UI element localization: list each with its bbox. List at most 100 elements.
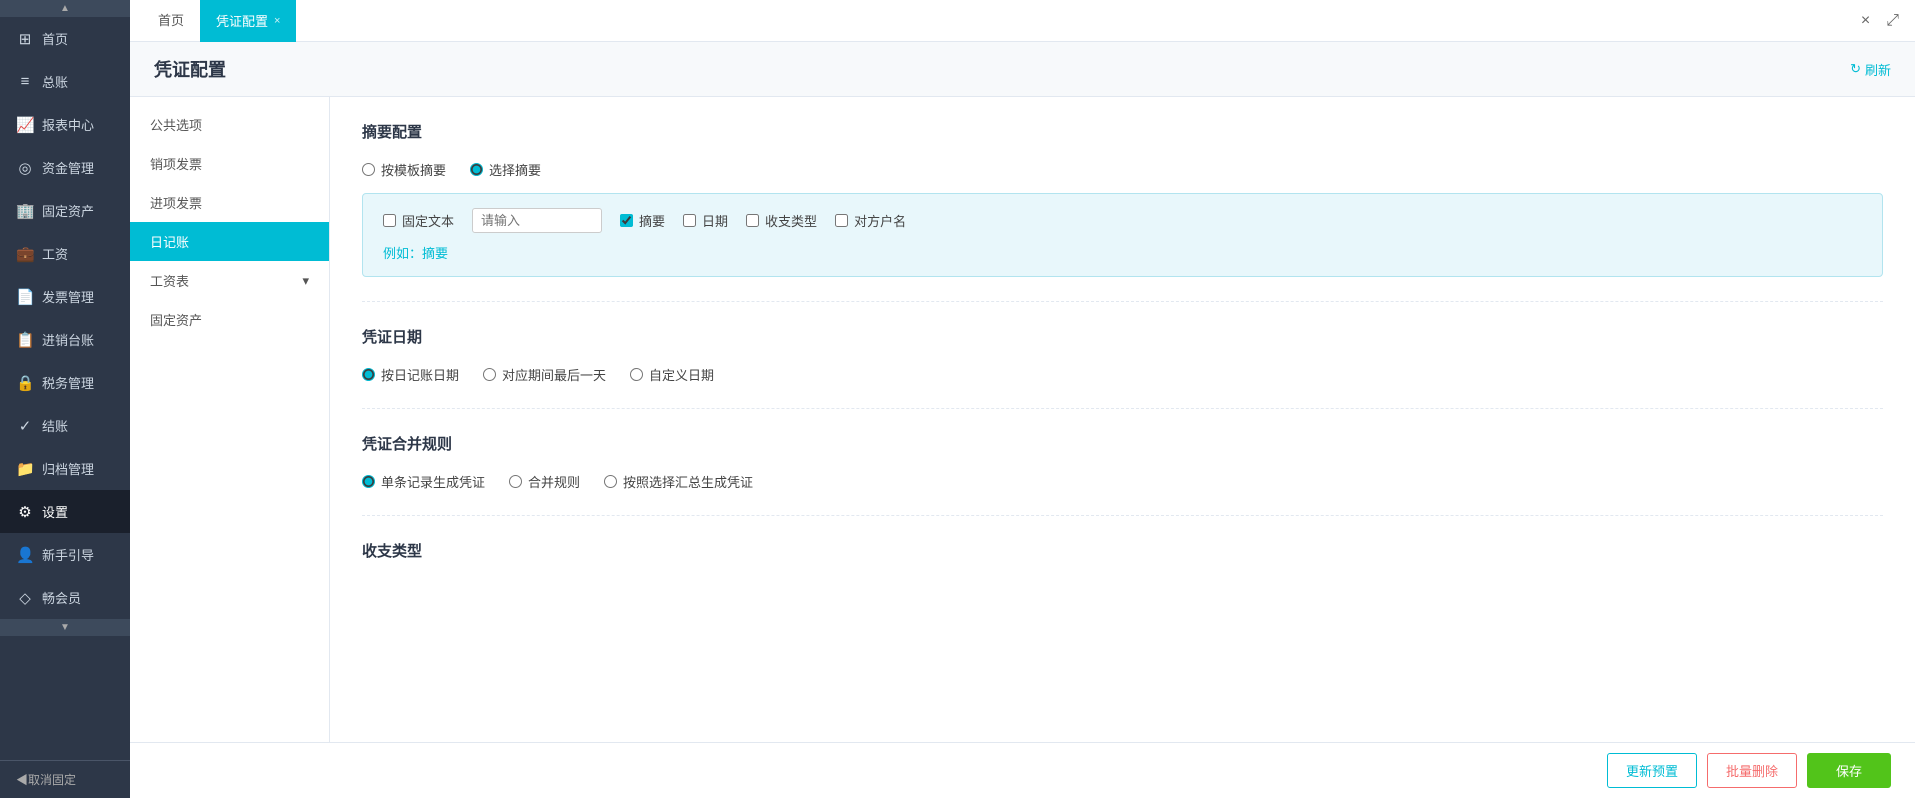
reports-icon: 📈: [16, 116, 34, 134]
sidebar-item-ledger[interactable]: ≡ 总账: [0, 60, 130, 103]
content-area: 公共选项 销项发票 进项发票 日记账 工资表 ▾ 固定资产 摘要配置: [130, 97, 1915, 742]
divider-1: [362, 301, 1883, 302]
date-section-title: 凭证日期: [362, 326, 1883, 347]
closing-icon: ✓: [16, 417, 34, 435]
merge-section: 凭证合并规则 单条记录生成凭证 合并规则 按照选择汇总生成凭证: [362, 433, 1883, 491]
date-custom-radio[interactable]: [630, 368, 643, 381]
batch-delete-button[interactable]: 批量删除: [1707, 753, 1797, 788]
summary-template-radio[interactable]: [362, 163, 375, 176]
sidebar-unpin-button[interactable]: ◀取消固定: [0, 760, 130, 798]
ledger-icon: ≡: [16, 73, 34, 90]
sidebar-item-archive[interactable]: 📁 归档管理: [0, 447, 130, 490]
date-by-journal-radio[interactable]: [362, 368, 375, 381]
sidebar-item-sales-ledger[interactable]: 📋 进销台账: [0, 318, 130, 361]
date-section: 凭证日期 按日记账日期 对应期间最后一天 自定义日期: [362, 326, 1883, 384]
divider-2: [362, 408, 1883, 409]
date-checkbox-label[interactable]: 日期: [683, 211, 728, 230]
left-nav-public[interactable]: 公共选项: [130, 105, 329, 144]
fixed-text-checkbox[interactable]: [383, 214, 396, 227]
page-title: 凭证配置: [154, 56, 226, 82]
sidebar-item-funds[interactable]: ◎ 资金管理: [0, 146, 130, 189]
sidebar-item-tax[interactable]: 🔒 税务管理: [0, 361, 130, 404]
summary-checkbox[interactable]: [620, 214, 633, 227]
income-type-section: 收支类型: [362, 540, 1883, 561]
left-nav: 公共选项 销项发票 进项发票 日记账 工资表 ▾ 固定资产: [130, 97, 330, 742]
window-maximize-icon[interactable]: ⤢: [1882, 8, 1903, 34]
tab-close-icon[interactable]: ×: [274, 15, 280, 27]
sidebar: ▲ ⊞ 首页 ≡ 总账 📈 报表中心 ◎ 资金管理 🏢 固定资产 💼 工资 📄 …: [0, 0, 130, 798]
payroll-icon: 💼: [16, 245, 34, 263]
sidebar-scroll-up[interactable]: ▲: [0, 0, 130, 17]
update-preview-button[interactable]: 更新预置: [1607, 753, 1697, 788]
settings-icon: ⚙: [16, 503, 34, 521]
left-nav-purchase-invoice[interactable]: 进项发票: [130, 183, 329, 222]
summary-options-row: 固定文本 摘要 日期 收支类型: [383, 208, 1862, 233]
summary-section-title: 摘要配置: [362, 121, 1883, 142]
left-nav-journal[interactable]: 日记账: [130, 222, 329, 261]
main-area: 首页 凭证配置 × × ⤢ 凭证配置 ↻ 刷新 公共选项 销项发票 进: [130, 0, 1915, 798]
fixed-text-checkbox-label[interactable]: 固定文本: [383, 211, 454, 230]
date-mode-row: 按日记账日期 对应期间最后一天 自定义日期: [362, 365, 1883, 384]
sidebar-item-invoice-mgmt[interactable]: 📄 发票管理: [0, 275, 130, 318]
tax-icon: 🔒: [16, 374, 34, 392]
merge-rule-radio-label[interactable]: 合并规则: [509, 472, 580, 491]
left-nav-fixed-assets[interactable]: 固定资产: [130, 300, 329, 339]
tab-home[interactable]: 首页: [142, 0, 200, 42]
date-last-day-radio[interactable]: [483, 368, 496, 381]
merge-single-radio[interactable]: [362, 475, 375, 488]
summary-checkbox-label[interactable]: 摘要: [620, 211, 665, 230]
merge-by-selection-radio-label[interactable]: 按照选择汇总生成凭证: [604, 472, 753, 491]
sidebar-item-guide[interactable]: 👤 新手引导: [0, 533, 130, 576]
tab-voucher-config[interactable]: 凭证配置 ×: [200, 0, 296, 42]
left-nav-sales-invoice[interactable]: 销项发票: [130, 144, 329, 183]
summary-select-radio-label[interactable]: 选择摘要: [470, 160, 541, 179]
summary-mode-row: 按模板摘要 选择摘要: [362, 160, 1883, 179]
right-content: 摘要配置 按模板摘要 选择摘要 固定文本: [330, 97, 1915, 742]
sidebar-item-closing[interactable]: ✓ 结账: [0, 404, 130, 447]
summary-template-radio-label[interactable]: 按模板摘要: [362, 160, 446, 179]
tab-bar-actions: × ⤢: [1857, 8, 1903, 34]
funds-icon: ◎: [16, 159, 34, 177]
sidebar-scroll-down[interactable]: ▼: [0, 619, 130, 636]
sidebar-item-reports[interactable]: 📈 报表中心: [0, 103, 130, 146]
home-icon: ⊞: [16, 30, 34, 48]
refresh-button[interactable]: ↻ 刷新: [1850, 60, 1891, 79]
counterparty-checkbox[interactable]: [835, 214, 848, 227]
income-type-checkbox-label[interactable]: 收支类型: [746, 211, 817, 230]
merge-by-selection-radio[interactable]: [604, 475, 617, 488]
divider-3: [362, 515, 1883, 516]
sidebar-item-member[interactable]: ◇ 畅会员: [0, 576, 130, 619]
archive-icon: 📁: [16, 460, 34, 478]
date-custom-radio-label[interactable]: 自定义日期: [630, 365, 714, 384]
sidebar-item-home[interactable]: ⊞ 首页: [0, 17, 130, 60]
invoice-mgmt-icon: 📄: [16, 288, 34, 306]
summary-example: 例如：摘要: [383, 243, 1862, 262]
window-close-icon[interactable]: ×: [1857, 8, 1874, 34]
page-header: 凭证配置 ↻ 刷新: [130, 42, 1915, 97]
summary-config-box: 固定文本 摘要 日期 收支类型: [362, 193, 1883, 277]
income-type-checkbox[interactable]: [746, 214, 759, 227]
merge-section-title: 凭证合并规则: [362, 433, 1883, 454]
member-icon: ◇: [16, 589, 34, 607]
sidebar-item-settings[interactable]: ⚙ 设置: [0, 490, 130, 533]
summary-select-radio[interactable]: [470, 163, 483, 176]
merge-mode-row: 单条记录生成凭证 合并规则 按照选择汇总生成凭证: [362, 472, 1883, 491]
bottom-bar: 更新预置 批量删除 保存: [130, 742, 1915, 798]
summary-section: 摘要配置 按模板摘要 选择摘要 固定文本: [362, 121, 1883, 277]
merge-single-radio-label[interactable]: 单条记录生成凭证: [362, 472, 485, 491]
refresh-icon: ↻: [1850, 61, 1861, 77]
sidebar-item-payroll[interactable]: 💼 工资: [0, 232, 130, 275]
date-last-day-radio-label[interactable]: 对应期间最后一天: [483, 365, 606, 384]
sales-ledger-icon: 📋: [16, 331, 34, 349]
chevron-down-icon: ▾: [302, 273, 309, 289]
income-type-section-title: 收支类型: [362, 540, 1883, 561]
left-nav-payroll-table[interactable]: 工资表 ▾: [130, 261, 329, 300]
counterparty-checkbox-label[interactable]: 对方户名: [835, 211, 906, 230]
date-by-journal-radio-label[interactable]: 按日记账日期: [362, 365, 459, 384]
save-button[interactable]: 保存: [1807, 753, 1891, 788]
tab-bar: 首页 凭证配置 × × ⤢: [130, 0, 1915, 42]
sidebar-item-assets[interactable]: 🏢 固定资产: [0, 189, 130, 232]
merge-rule-radio[interactable]: [509, 475, 522, 488]
date-checkbox[interactable]: [683, 214, 696, 227]
fixed-text-input[interactable]: [472, 208, 602, 233]
